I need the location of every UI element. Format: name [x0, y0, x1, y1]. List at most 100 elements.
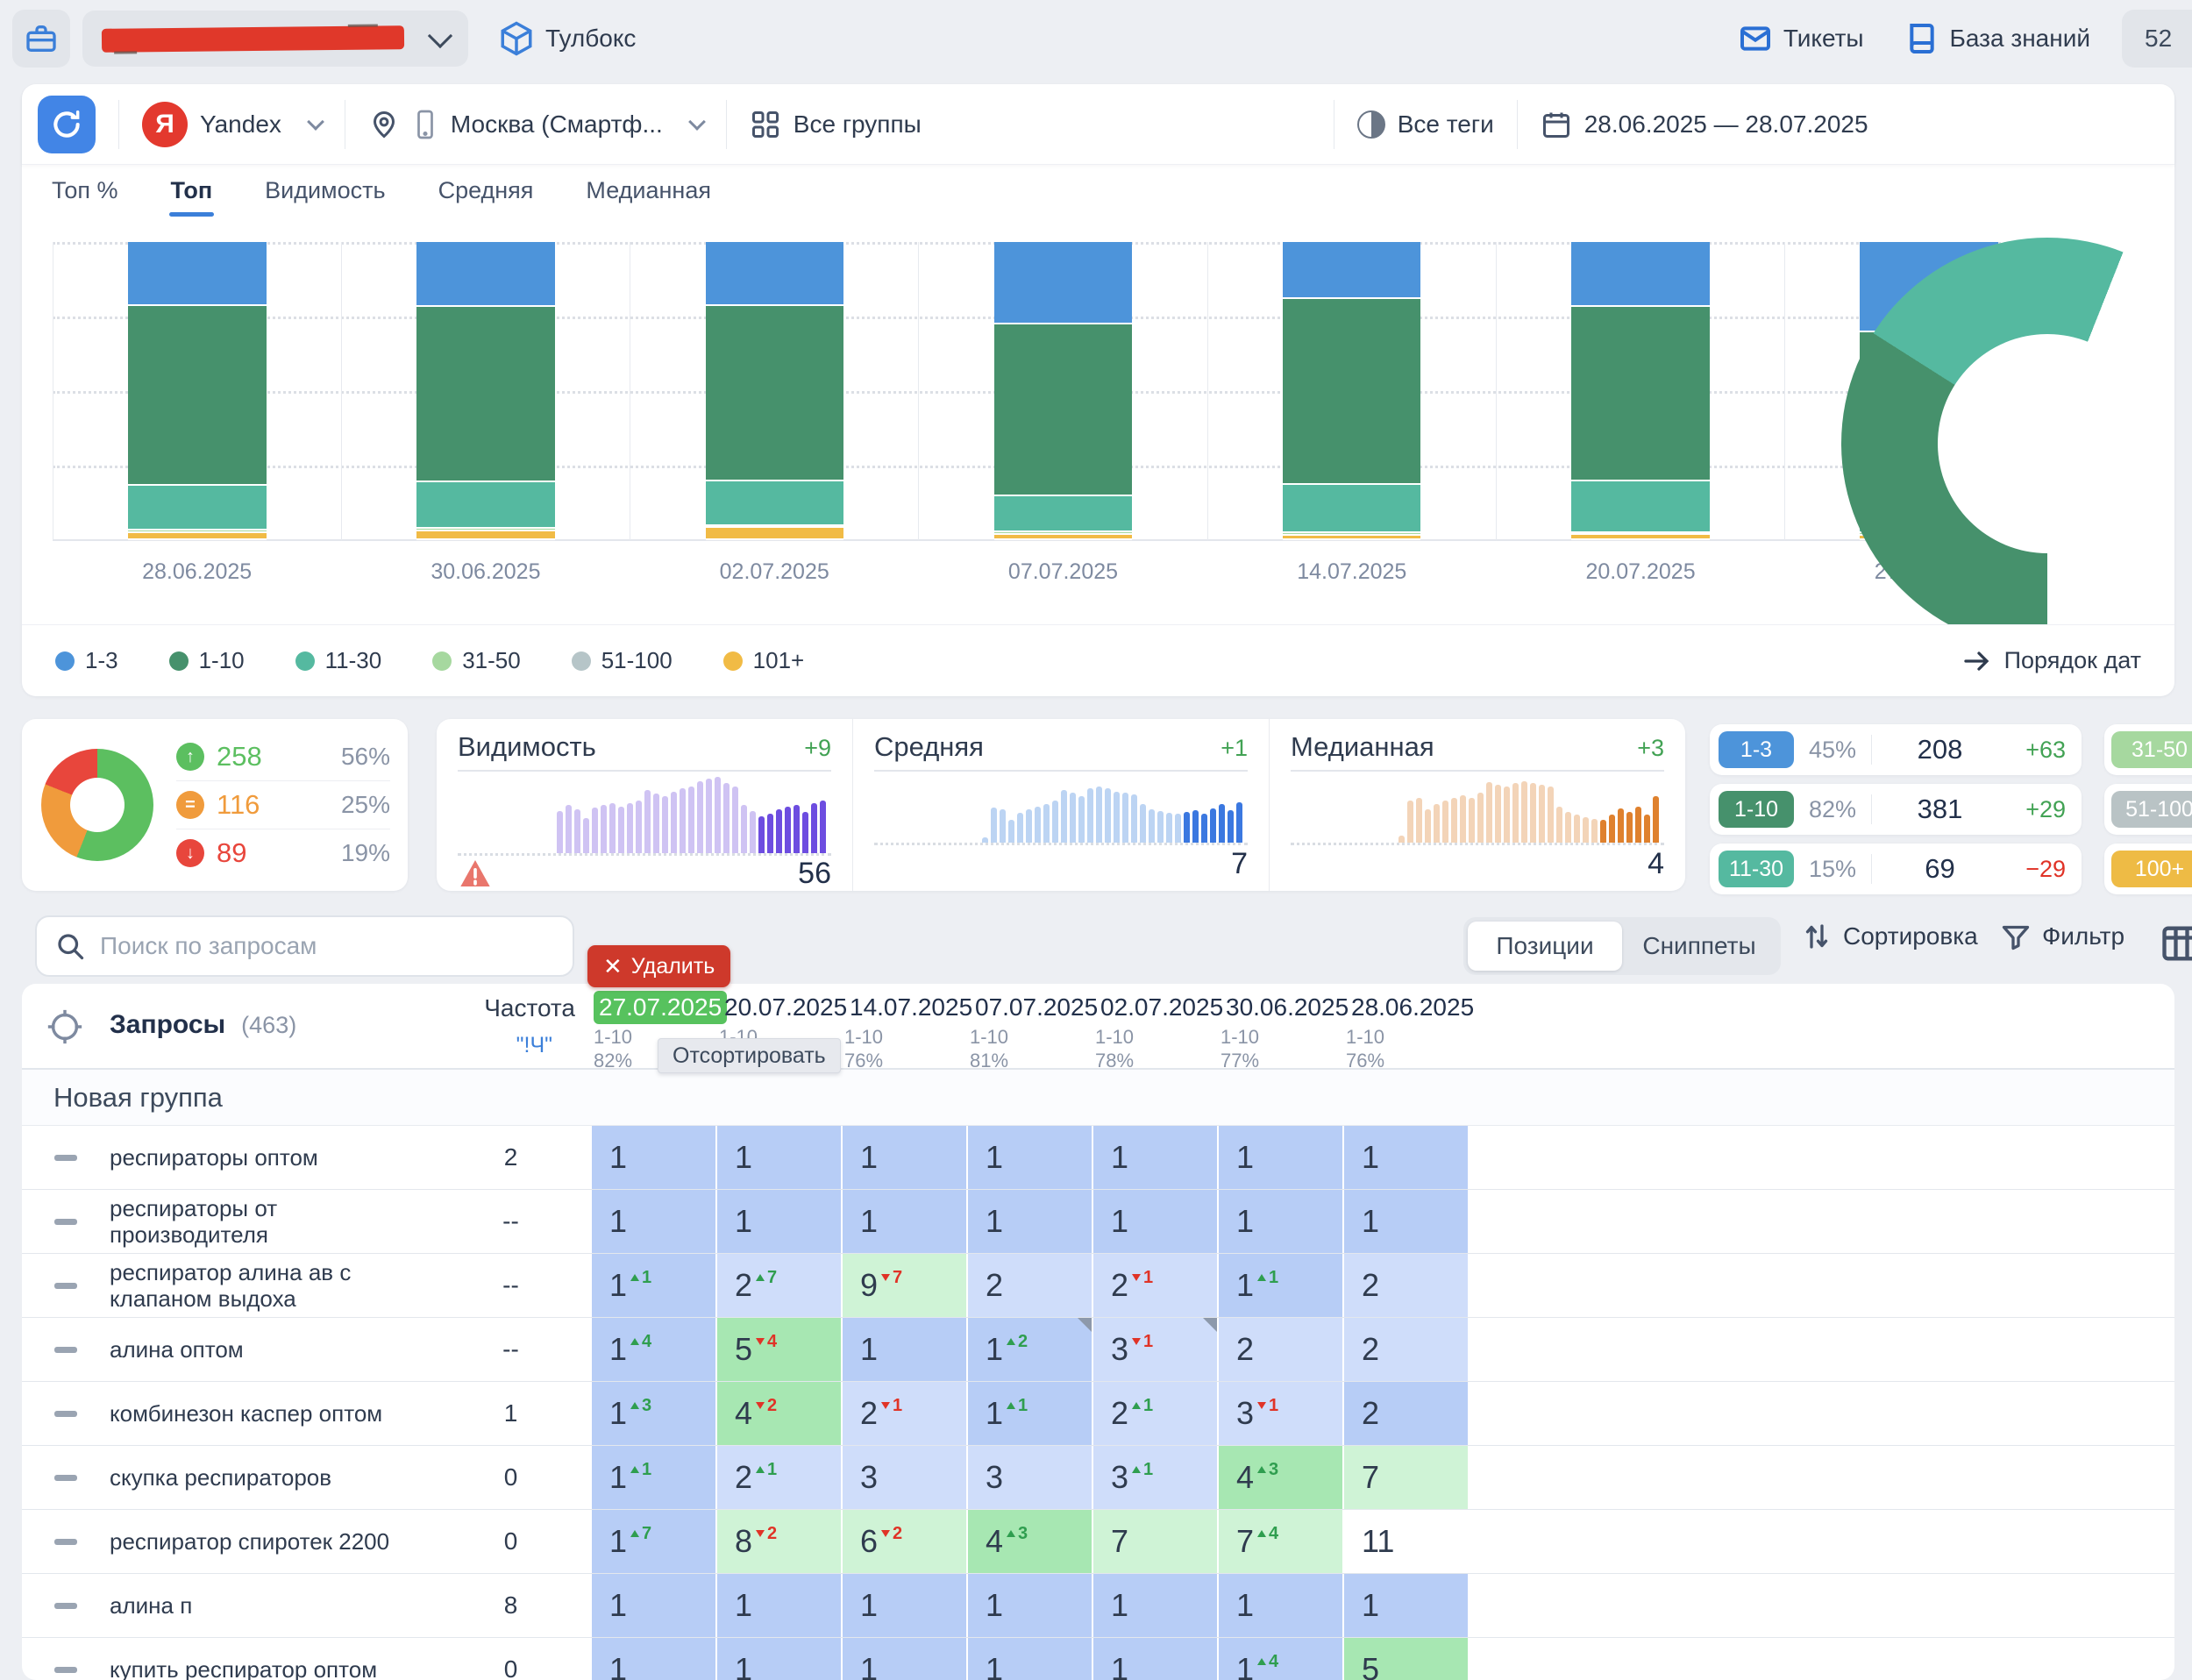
query-cell[interactable]: алина п — [110, 1574, 430, 1637]
spark-bar — [1512, 783, 1519, 843]
position-row-1-3[interactable]: 1-3 45% 208 +63 — [1710, 724, 2082, 775]
toolbox-button[interactable]: Тулбокс — [498, 20, 636, 57]
row-handle[interactable] — [22, 1638, 110, 1680]
row-handle[interactable] — [22, 1574, 110, 1637]
legend-item-51-100[interactable]: 51-100 — [571, 647, 673, 674]
position-value: 8 — [735, 1523, 753, 1559]
position-row-100+[interactable]: 100+ — [2104, 844, 2192, 894]
view-option-сниппеты[interactable]: Сниппеты — [1622, 922, 1776, 971]
stacked-bar[interactable] — [1282, 242, 1421, 540]
delta-up: 2 — [1007, 1332, 1028, 1352]
position-row-1-10[interactable]: 1-10 82% 381 +29 — [1710, 784, 2082, 835]
region-selector[interactable]: Москва (Смартф... — [368, 109, 706, 140]
date-column-header[interactable]: 30.06.2025 1-10 77% — [1221, 984, 1349, 1071]
date-label: 02.07.2025 — [1100, 993, 1224, 1021]
query-cell[interactable]: респираторы оптом — [110, 1126, 430, 1189]
spark-bar — [1539, 785, 1545, 843]
date-column-header[interactable]: 28.06.2025 1-10 76% — [1346, 984, 1474, 1071]
row-handle[interactable] — [22, 1446, 110, 1509]
metric-bottom-row: 56 — [458, 856, 831, 891]
legend-item-1-10[interactable]: 1-10 — [168, 647, 245, 674]
legend-dot — [55, 651, 75, 671]
position-row-51-100[interactable]: 51-100 — [2104, 784, 2192, 835]
row-handle[interactable] — [22, 1254, 110, 1317]
stacked-bar[interactable] — [128, 242, 267, 540]
chart-bar-group — [341, 242, 630, 540]
triangle-down-icon — [1132, 1274, 1142, 1281]
drag-handle-icon — [54, 1282, 77, 1289]
tab-топ[interactable]: Топ — [168, 170, 215, 217]
query-cell[interactable]: комбинезон каспер оптом — [110, 1382, 430, 1445]
legend-item-101+[interactable]: 101+ — [722, 647, 804, 674]
tab-топ--[interactable]: Топ % — [50, 170, 120, 211]
dynamics-row-down: ↓ 89 19% — [176, 829, 390, 877]
query-cell[interactable]: алина оптом — [110, 1318, 430, 1381]
refresh-button[interactable] — [38, 95, 96, 153]
row-handle[interactable] — [22, 1318, 110, 1381]
delete-button[interactable]: ✕ Удалить — [587, 945, 731, 987]
projects-button[interactable] — [12, 10, 70, 68]
queries-header[interactable]: Запросы (463) — [110, 1010, 296, 1040]
knowledge-base-button[interactable]: База знаний — [1904, 21, 2090, 56]
tags-selector[interactable]: Все теги — [1356, 110, 1494, 139]
query-cell[interactable]: скупка респираторов — [110, 1446, 430, 1509]
view-option-позиции[interactable]: Позиции — [1468, 922, 1622, 971]
position-cells: 14541123122 — [592, 1318, 1470, 1381]
date-order-button[interactable]: Порядок дат — [1961, 645, 2141, 677]
legend-item-11-30[interactable]: 11-30 — [295, 647, 381, 674]
bar-segment-11-30 — [1282, 485, 1421, 533]
position-value: 1 — [860, 1203, 879, 1239]
legend-item-31-50[interactable]: 31-50 — [432, 647, 521, 674]
metric-title-row: Видимость +9 — [458, 731, 831, 772]
query-cell[interactable]: респираторы от производителя — [110, 1190, 430, 1253]
position-delta: −29 — [2025, 855, 2066, 882]
position-cell: 3 — [843, 1446, 966, 1509]
position-row-11-30[interactable]: 11-30 15% 69 −29 — [1710, 844, 2082, 894]
row-handle[interactable] — [22, 1190, 110, 1253]
row-handle[interactable] — [22, 1126, 110, 1189]
stacked-bar[interactable] — [705, 242, 844, 540]
stacked-bar[interactable] — [1571, 242, 1710, 540]
tickets-button[interactable]: Тикеты — [1738, 21, 1864, 56]
spark-bar — [601, 805, 607, 853]
tab-видимость[interactable]: Видимость — [263, 170, 387, 211]
frequency-mode[interactable]: "!Ч" — [430, 1033, 587, 1058]
query-cell[interactable]: респиратор спиротек 2200 — [110, 1510, 430, 1573]
view-toggle: Позиции Сниппеты — [1463, 917, 1781, 975]
spark-bar — [1565, 812, 1571, 843]
table-row: респираторы от производителя -- 1 1 1 1 1 1 1 — [22, 1190, 2174, 1254]
stacked-bar[interactable] — [993, 242, 1133, 540]
position-cell: 74 — [1219, 1510, 1342, 1573]
sort-button[interactable]: Сортировка — [1801, 921, 1978, 952]
search-engine-selector[interactable]: Я Yandex — [142, 101, 324, 147]
date-column-header[interactable]: 07.07.2025 1-10 81% — [970, 984, 1098, 1071]
tab-медианная[interactable]: Медианная — [584, 170, 713, 211]
stacked-bar[interactable] — [416, 242, 555, 540]
columns-settings-button[interactable] — [2159, 921, 2192, 966]
tab-средняя[interactable]: Средняя — [437, 170, 536, 211]
spark-bar — [1618, 808, 1624, 843]
bar-segment-11-30 — [993, 496, 1133, 533]
groups-selector[interactable]: Все группы — [750, 109, 922, 140]
date-column-header[interactable]: 14.07.2025 1-10 76% — [844, 984, 972, 1071]
row-handle[interactable] — [22, 1382, 110, 1445]
crosshair-icon[interactable] — [45, 1007, 85, 1047]
legend-item-1-3[interactable]: 1-3 — [55, 647, 118, 674]
group-header[interactable]: Новая группа — [22, 1070, 2174, 1126]
frequency-cell: 2 — [503, 1143, 518, 1171]
filter-button[interactable]: Фильтр — [2000, 921, 2124, 952]
project-selector[interactable] — [82, 11, 468, 67]
query-cell[interactable]: купить респиратор оптом — [110, 1638, 430, 1680]
position-row-31-50[interactable]: 31-50 — [2104, 724, 2192, 775]
spark-bar — [1105, 788, 1111, 843]
balance-badge[interactable]: 52 — [2122, 10, 2192, 68]
position-value: 1 — [1362, 1587, 1380, 1623]
bar-segment-101+ — [705, 528, 844, 540]
query-cell[interactable]: респиратор алина ав с клапаном выдоха — [110, 1254, 430, 1317]
search-input[interactable]: Поиск по запросам — [35, 915, 574, 977]
date-column-header[interactable]: 02.07.2025 1-10 78% — [1095, 984, 1223, 1071]
frequency-header[interactable]: Частота — [430, 994, 587, 1022]
date-range-selector[interactable]: 28.06.2025 — 28.07.2025 — [1541, 109, 1868, 140]
date-label: 30.06.2025 — [1226, 993, 1349, 1021]
row-handle[interactable] — [22, 1510, 110, 1573]
